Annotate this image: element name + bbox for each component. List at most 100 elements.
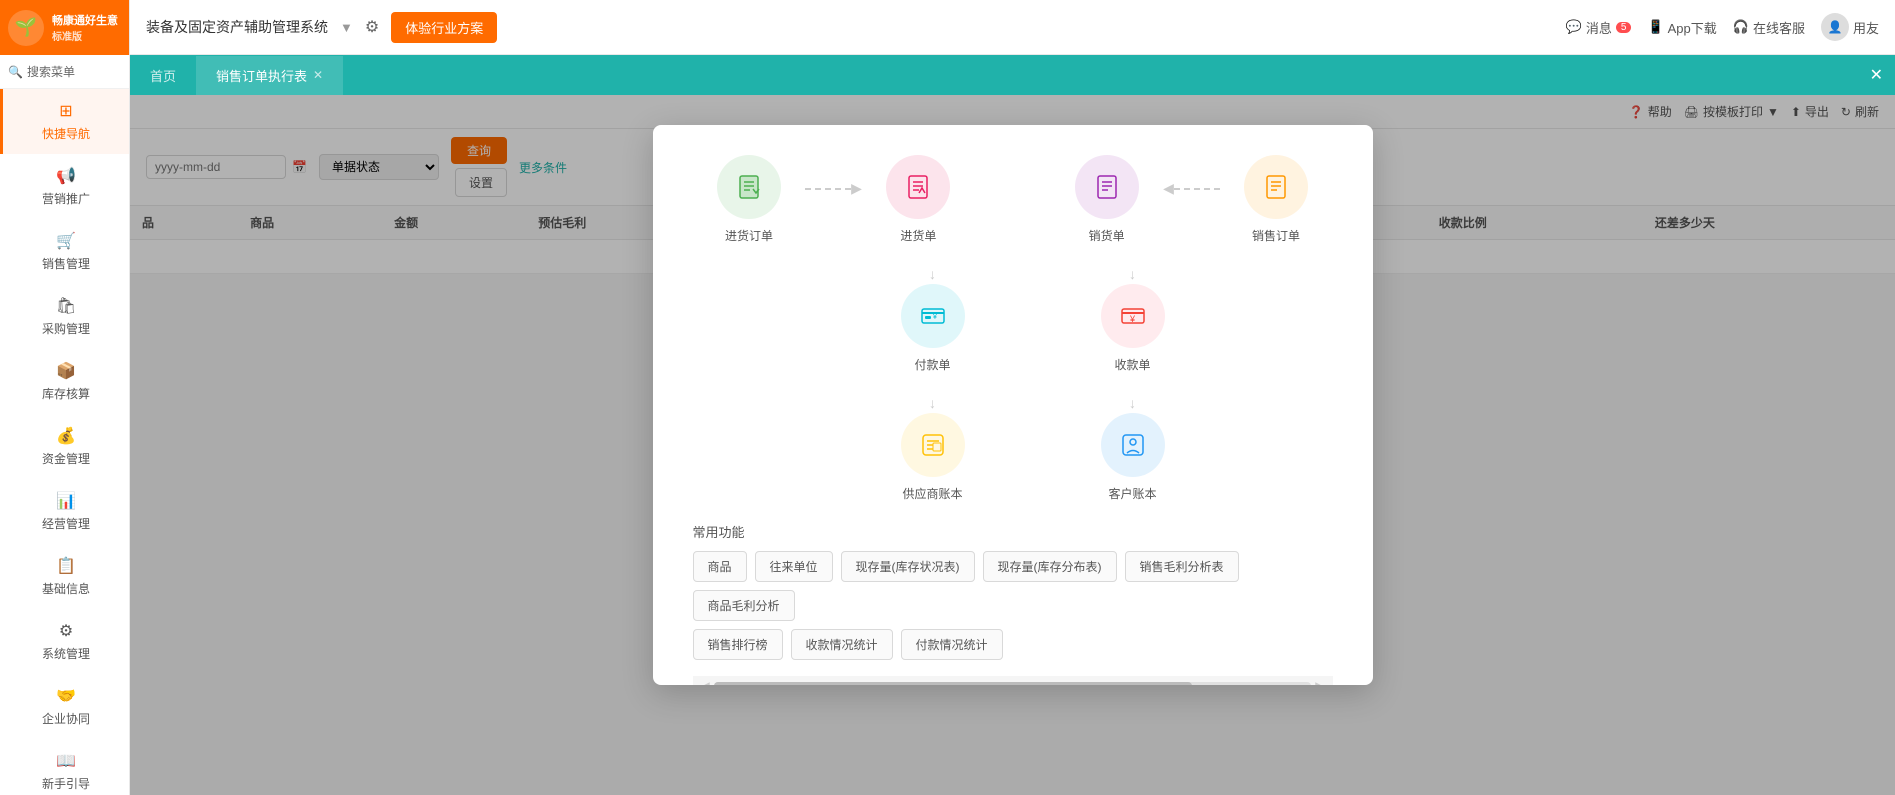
arrow-down-receipt: ↓ [1129,264,1136,284]
func-btn-receipt-stats[interactable]: 收款情况统计 [791,629,893,660]
func-btn-stock-status[interactable]: 现存量(库存状况表) [841,551,975,582]
tab-home-label: 首页 [150,66,176,85]
close-all-tabs[interactable]: ✕ [1858,65,1895,85]
message-action[interactable]: 💬 消息 5 [1566,18,1632,37]
service-icon: 🎧 [1733,19,1749,35]
header-actions: 💬 消息 5 📱 App下载 🎧 在线客服 👤 用友 [1566,13,1879,41]
sales-bill-icon [1075,155,1139,219]
sidebar-item-finance[interactable]: 💰 资金管理 [0,414,129,479]
app-icon: 📱 [1647,19,1663,35]
common-functions-section: 常用功能 商品 往来单位 现存量(库存状况表) 现存量(库存分布表) 销售毛利分… [693,522,1333,660]
sidebar-item-marketing[interactable]: 📢 营销推广 [0,154,129,219]
arrow-down-payment: ↓ [929,264,936,284]
dropdown-icon[interactable]: ▼ [340,20,353,35]
flow-node-customer-account[interactable]: 客户账本 [1073,413,1193,502]
flow-node-supplier-account[interactable]: 供应商账本 [873,413,993,502]
sidebar-item-sales[interactable]: 🛒 销售管理 [0,219,129,284]
tab-bar: 首页 销售订单执行表 ✕ ✕ [130,55,1895,95]
message-badge: 5 [1616,22,1632,33]
logo-subtitle: 标准版 [52,28,118,43]
func-btn-payment-stats[interactable]: 付款情况统计 [901,629,1003,660]
user-label: 用友 [1853,18,1879,37]
func-btn-partners[interactable]: 往来单位 [755,551,833,582]
func-btn-stock-dist[interactable]: 现存量(库存分布表) [983,551,1117,582]
sidebar-nav: ⊞ 快捷导航 📢 营销推广 🛒 销售管理 🛍 采购管理 📦 库存核算 💰 [0,89,129,795]
modal-overlay[interactable]: 进货订单 ▶ [130,95,1895,795]
sidebar: 🌱 畅康通好生意 标准版 🔍 搜索菜单 ⊞ 快捷导航 📢 营销推广 🛒 销售管理 [0,0,130,795]
svg-text:¥: ¥ [1129,314,1136,324]
tab-sales-order[interactable]: 销售订单执行表 ✕ [196,56,343,95]
common-buttons-row1: 商品 往来单位 现存量(库存状况表) 现存量(库存分布表) 销售毛利分析表 商品… [693,551,1333,621]
purchase-icon: 🛍 [56,296,76,316]
sales-icon: 🛒 [56,231,76,251]
horizontal-scrollbar[interactable] [714,682,1312,685]
sidebar-item-operations[interactable]: 📊 经营管理 [0,479,129,544]
func-btn-product-profit[interactable]: 商品毛利分析 [693,590,795,621]
receipt-label: 收款单 [1114,356,1150,373]
payment-label: 付款单 [914,356,950,373]
page-inner: ❓ 帮助 🖨 按模板打印 ▼ ⬆ 导出 ↻ 刷新 [130,95,1895,795]
sidebar-item-enterprise[interactable]: 🤝 企业协同 [0,674,129,739]
marketing-icon: 📢 [56,166,76,186]
sidebar-item-label: 营销推广 [42,190,90,207]
purchase-order-icon [717,155,781,219]
scroll-area[interactable]: ◀ ▶ [693,676,1333,685]
sidebar-item-label: 资金管理 [42,450,90,467]
main-area: 装备及固定资产辅助管理系统 ▼ ⚙ 体验行业方案 💬 消息 5 📱 App下载 … [130,0,1895,795]
guide-icon: 📖 [56,751,76,771]
search-icon: 🔍 [8,65,23,79]
sidebar-item-label: 库存核算 [42,385,90,402]
flow-node-sales-bill[interactable]: 销货单 [1050,155,1163,244]
supplier-account-icon [901,413,965,477]
tab-close-icon[interactable]: ✕ [313,68,323,82]
enterprise-icon: 🤝 [56,686,76,706]
settings-icon[interactable]: ⚙ [365,17,379,37]
sidebar-item-inventory[interactable]: 📦 库存核算 [0,349,129,414]
supplier-account-label: 供应商账本 [902,485,962,502]
common-buttons-row2: 销售排行榜 收款情况统计 付款情况统计 [693,629,1333,660]
flow-node-payment[interactable]: ¥ 付款单 [873,284,993,373]
sidebar-item-label: 快捷导航 [42,125,90,142]
flow-node-purchase-order[interactable]: 进货订单 [693,155,806,244]
func-btn-sales-profit[interactable]: 销售毛利分析表 [1125,551,1239,582]
trial-button[interactable]: 体验行业方案 [391,12,497,43]
sidebar-item-label: 经营管理 [42,515,90,532]
flow-node-purchase-bill[interactable]: 进货单 [862,155,975,244]
svg-text:¥: ¥ [933,314,937,321]
sidebar-item-guide[interactable]: 📖 新手引导 [0,739,129,795]
arrow-down-supplier: ↓ [929,393,936,413]
customer-account-label: 客户账本 [1108,485,1156,502]
purchase-bill-label: 进货单 [900,227,936,244]
flow-node-receipt[interactable]: ¥ 收款单 [1073,284,1193,373]
sidebar-item-purchase[interactable]: 🛍 采购管理 [0,284,129,349]
app-label: App下载 [1668,18,1717,37]
avatar: 👤 [1821,13,1849,41]
sidebar-item-label: 基础信息 [42,580,90,597]
sidebar-item-quick-nav[interactable]: ⊞ 快捷导航 [0,89,129,154]
operations-icon: 📊 [56,491,76,511]
app-action[interactable]: 📱 App下载 [1647,18,1716,37]
system-title: 装备及固定资产辅助管理系统 [146,17,328,37]
flow-node-sales-order[interactable]: 销售订单 [1220,155,1333,244]
message-icon: 💬 [1566,19,1582,35]
tab-home[interactable]: 首页 [130,56,196,95]
finance-icon: 💰 [56,426,76,446]
sales-order-label: 销售订单 [1252,227,1300,244]
system-icon: ⚙ [59,621,73,641]
service-action[interactable]: 🎧 在线客服 [1733,18,1805,37]
user-action[interactable]: 👤 用友 [1821,13,1879,41]
logo-icon: 🌱 [8,10,44,46]
sidebar-item-label: 系统管理 [42,645,90,662]
sidebar-item-label: 销售管理 [42,255,90,272]
func-btn-sales-rank[interactable]: 销售排行榜 [693,629,783,660]
receipt-icon: ¥ [1101,284,1165,348]
sidebar-item-basics[interactable]: 📋 基础信息 [0,544,129,609]
sidebar-search[interactable]: 🔍 搜索菜单 [0,55,129,89]
sidebar-item-system[interactable]: ⚙ 系统管理 [0,609,129,674]
logo-name: 畅康通好生意 [52,12,118,28]
sidebar-search-label: 搜索菜单 [27,63,75,80]
arrow-down-customer: ↓ [1129,393,1136,413]
func-btn-product[interactable]: 商品 [693,551,747,582]
service-label: 在线客服 [1753,18,1805,37]
tab-sales-order-label: 销售订单执行表 [216,66,307,85]
